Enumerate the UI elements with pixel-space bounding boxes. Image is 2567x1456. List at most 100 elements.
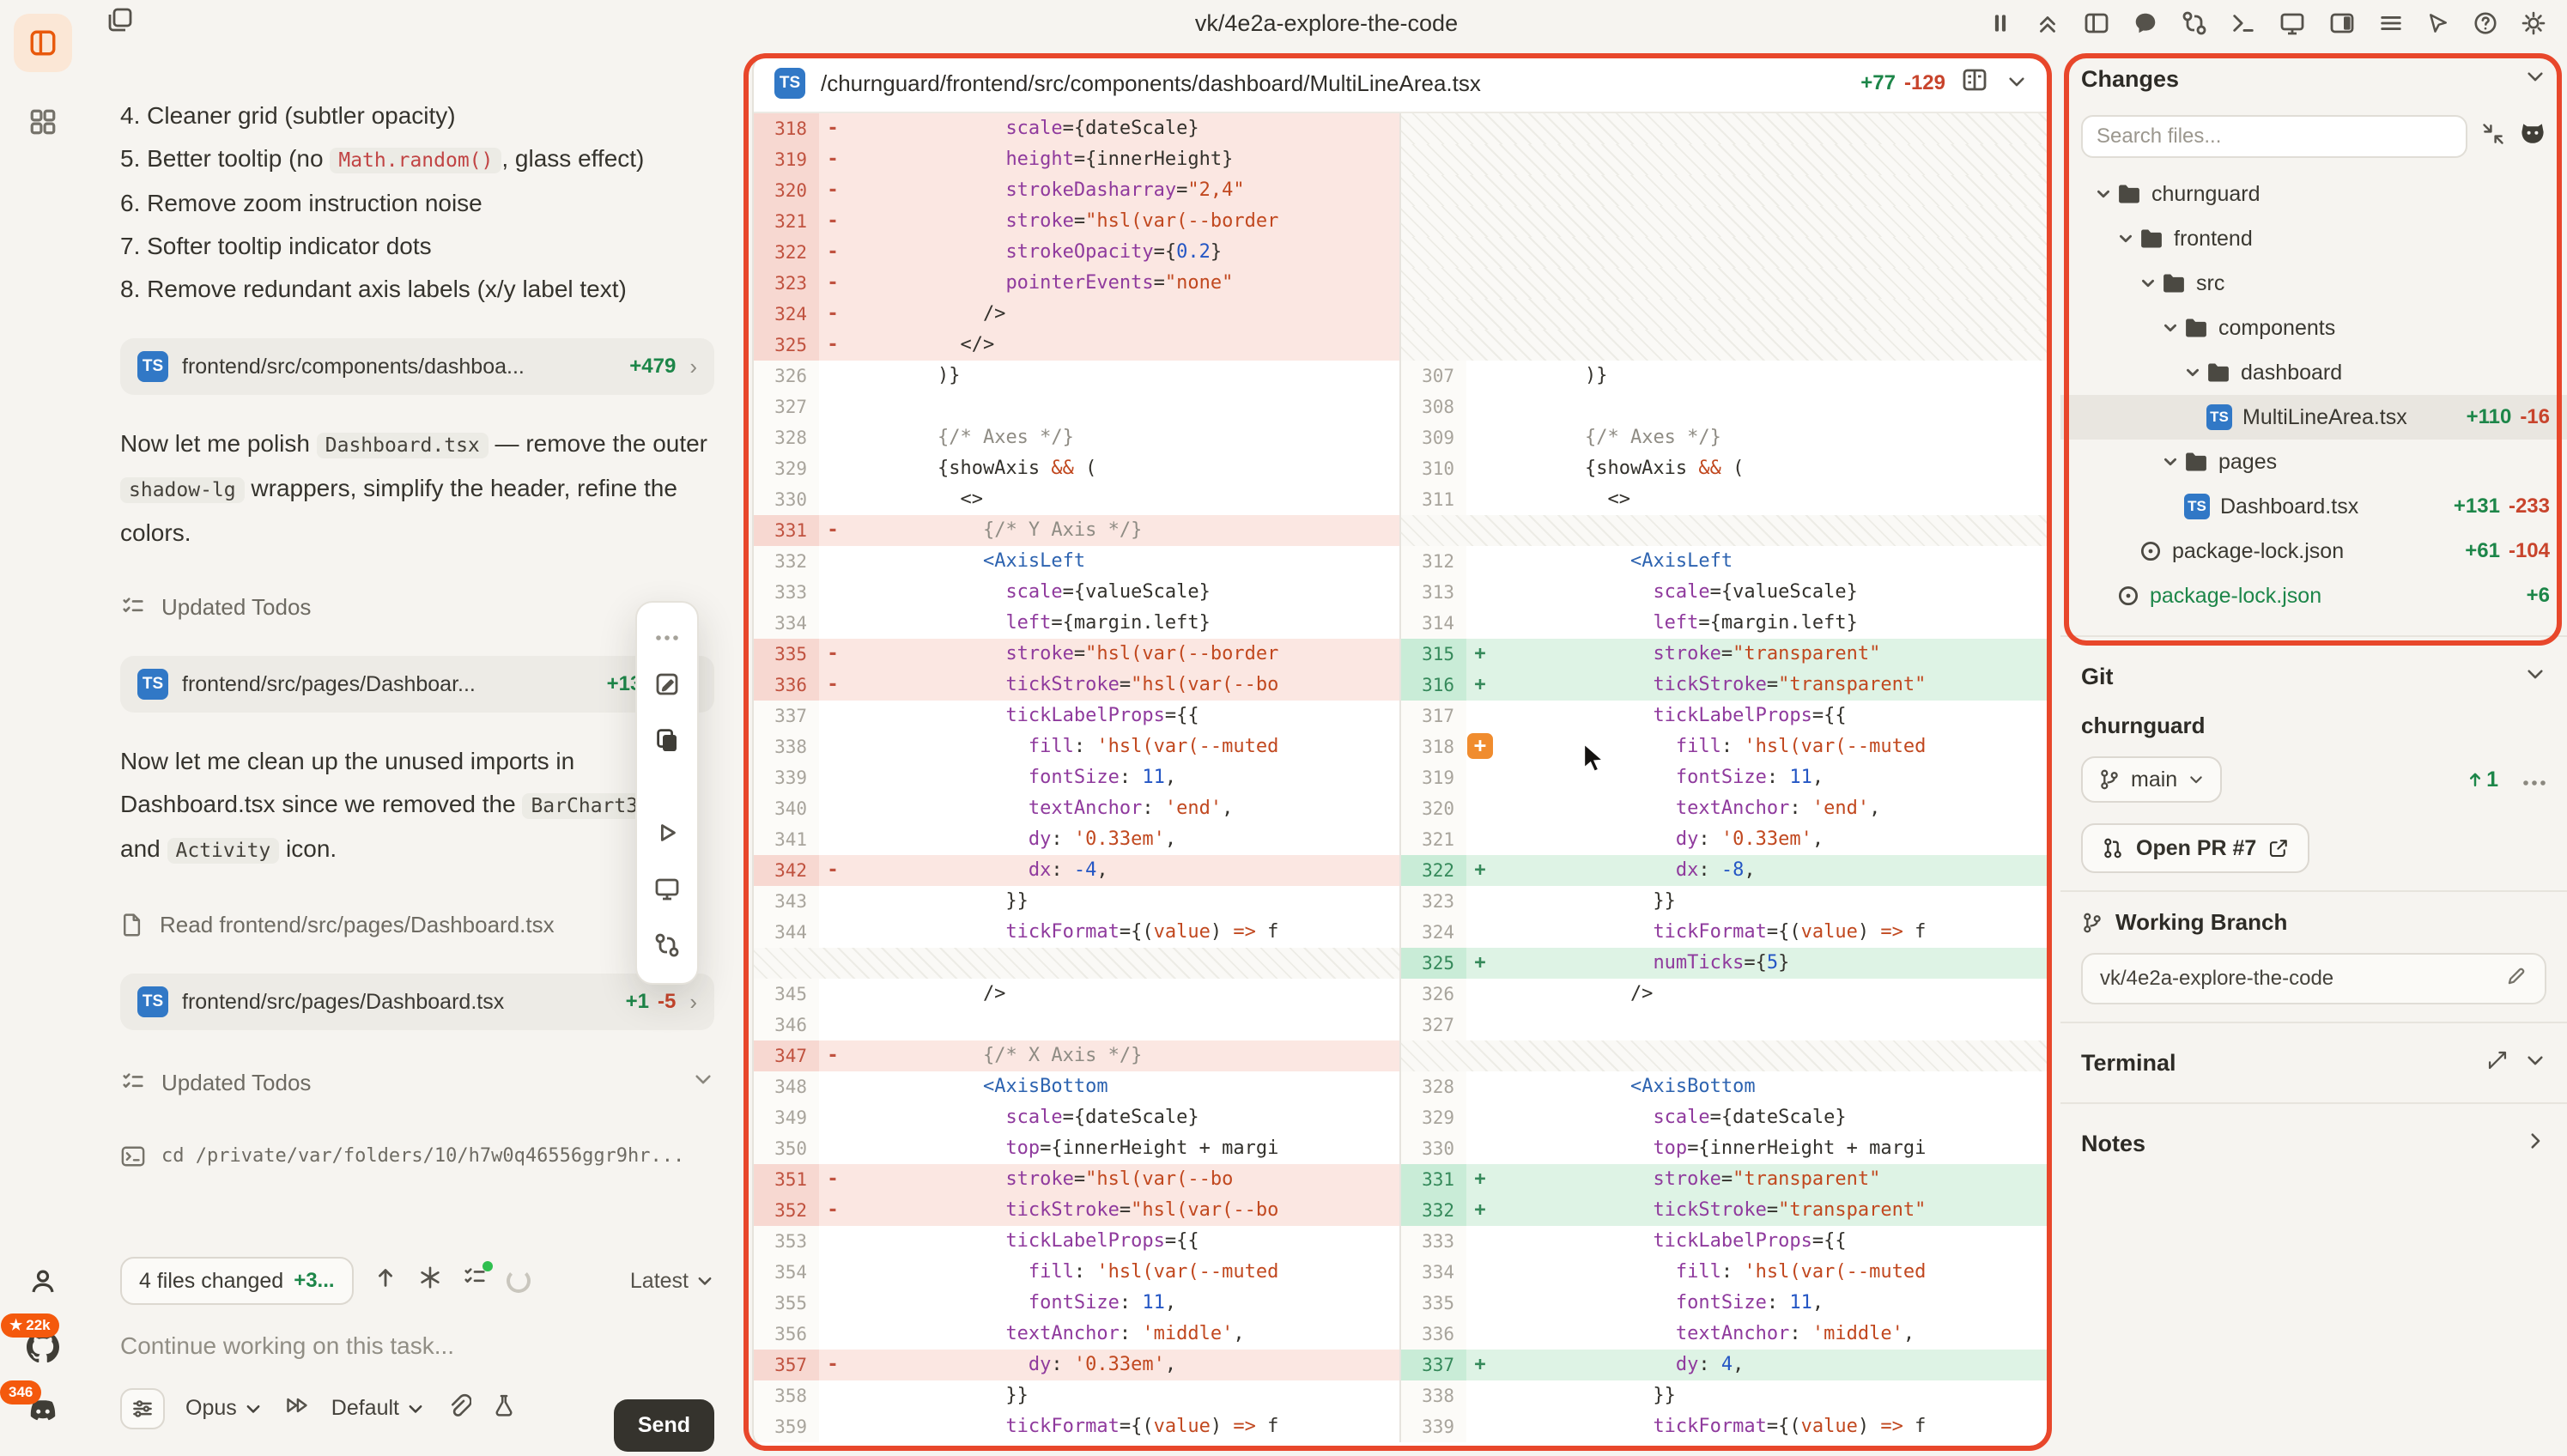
tree-item-Dashboard.tsx[interactable]: TSDashboard.tsx+131-233 [2060,484,2567,529]
search-input[interactable] [2081,115,2467,158]
changes-section-header[interactable]: Changes [2081,57,2546,101]
file-diff-chip[interactable]: TS frontend/src/pages/Dashboar... +130-2… [120,656,714,713]
diff-marker [1466,793,1494,824]
panel-right-icon[interactable] [2328,9,2356,37]
code-text: pointerEvents="none" [847,268,1399,299]
updated-todos-row[interactable]: Updated Todos [120,1061,714,1104]
flask-icon[interactable] [492,1392,516,1425]
panel-left-icon[interactable] [2083,9,2110,37]
account-button[interactable] [28,1267,58,1303]
git-section-header[interactable]: Git [2081,654,2546,699]
git-compare-icon[interactable] [653,931,681,966]
workspace-tab-button[interactable] [14,14,72,72]
diff-marker: + [1466,731,1494,762]
files-changed-dropdown[interactable]: 4 files changed +3... [120,1257,354,1305]
more-options-icon[interactable] [2522,767,2546,792]
diff-left-line: 318- scale={dateScale} [754,113,1401,144]
collapse-tree-icon[interactable] [2481,122,2505,152]
menu-icon[interactable] [2378,10,2404,36]
diff-marker [819,793,847,824]
more-options-icon[interactable] [655,616,679,648]
copy-icon[interactable] [653,727,681,761]
layers-icon[interactable] [106,6,134,40]
left-rail: ★22k 346 [0,0,86,1456]
tree-item-dashboard[interactable]: dashboard [2060,350,2567,395]
monitor-icon[interactable] [653,875,681,909]
diff-marker [819,731,847,762]
chevron-right-icon[interactable] [2524,1130,2546,1158]
line-number: 346 [754,1010,819,1040]
notes-section-header[interactable]: Notes [2081,1121,2546,1166]
file-diff-chip[interactable]: TS frontend/src/pages/Dashboard.tsx +1-5… [120,974,714,1030]
line-number: 311 [1401,484,1466,515]
chevron-down-icon[interactable] [692,1061,714,1104]
pointer-share-icon[interactable] [2426,11,2450,35]
diff-row: 335- stroke="hsl(var(--border315+ stroke… [754,639,2048,670]
tree-item-package-lock.json[interactable]: package-lock.json+61-104 [2060,529,2567,573]
line-number: 323 [754,268,819,299]
edit-pencil-icon[interactable] [2505,965,2528,993]
edit-icon[interactable] [653,670,681,705]
chevron-down-icon[interactable] [2524,1049,2546,1077]
todo-list-icon[interactable] [462,1265,488,1297]
board-view-button[interactable] [14,93,72,151]
attachment-icon[interactable] [446,1392,471,1425]
tree-item-components[interactable]: components [2060,306,2567,350]
tree-item-package-lock.json[interactable]: package-lock.json+6 [2060,573,2567,618]
branch-dropdown[interactable]: main [2081,756,2222,803]
tree-item-pages[interactable]: pages [2060,440,2567,484]
chevron-down-icon[interactable] [2524,65,2546,94]
line-number: 357 [754,1350,819,1380]
diff-marker [819,1226,847,1257]
diff-split-view[interactable]: 318- scale={dateScale}319- height={inner… [754,113,2048,1447]
diff-marker: - [819,1040,847,1071]
diff-row: 339 fontSize: 11,319 fontSize: 11, [754,762,2048,793]
diff-row: 320- strokeDasharray="2,4" [754,175,2048,206]
model-dropdown[interactable]: Opus [185,1396,263,1421]
open-pr-button[interactable]: Open PR #7 [2081,823,2309,873]
monitor-icon[interactable] [2279,9,2306,37]
terminal-command-row[interactable]: cd /private/var/folders/10/h7w0q46556ggr… [120,1135,714,1178]
file-diff-chip[interactable]: TS frontend/src/components/dashboa... +4… [120,338,714,395]
tree-item-src[interactable]: src [2060,261,2567,306]
mode-dropdown[interactable]: Default [331,1396,425,1421]
collapse-up-icon[interactable] [2035,10,2060,36]
mascot-icon[interactable] [2519,122,2546,152]
settings-sliders-button[interactable] [120,1388,165,1429]
github-button[interactable]: ★22k [27,1331,59,1370]
message-input[interactable] [120,1332,714,1360]
chat-bubble-icon[interactable] [2133,10,2158,36]
send-button[interactable]: Send [614,1399,714,1452]
latest-dropdown[interactable]: Latest [630,1269,714,1294]
terminal-icon[interactable] [2230,10,2256,36]
scroll-to-top-icon[interactable] [373,1265,398,1297]
tree-item-churnguard[interactable]: churnguard [2060,172,2567,216]
app: ★22k 346 vk/4e2a-explore-the-code [0,0,2567,1456]
read-file-row[interactable]: Read frontend/src/pages/Dashboard.tsx [120,903,714,946]
help-icon[interactable] [2473,10,2498,36]
discord-button[interactable]: 346 [26,1398,60,1432]
expand-icon[interactable] [2486,1049,2509,1077]
diff-marker [819,391,847,422]
play-icon[interactable] [654,820,680,852]
terminal-section-header[interactable]: Terminal [2081,1040,2546,1085]
tree-item-frontend[interactable]: frontend [2060,216,2567,261]
sparkle-icon[interactable] [417,1265,443,1297]
updated-todos-row[interactable]: Updated Todos [120,585,714,628]
git-compare-icon[interactable] [2181,9,2208,37]
diff-view-mode-icon[interactable] [1961,66,1988,100]
fast-forward-icon[interactable] [283,1392,311,1424]
line-number: 326 [754,361,819,391]
line-number: 313 [1401,577,1466,608]
code-text: tickFormat={(value) => f [1494,917,2048,948]
chevron-down-icon[interactable] [2524,663,2546,691]
settings-gear-icon[interactable] [2521,10,2546,36]
tree-item-MultiLineArea.tsx[interactable]: TSMultiLineArea.tsx+110-16 [2060,395,2567,440]
working-branch-field[interactable]: vk/4e2a-explore-the-code [2081,953,2546,1004]
diff-right-line: 322+ dx: -8, [1401,855,2048,886]
chevron-down-icon[interactable] [2006,68,2028,100]
code-text: height={innerHeight} [847,144,1399,175]
folder-icon [2184,317,2208,339]
pause-icon[interactable] [1988,11,2012,35]
add-comment-button[interactable]: + [1467,733,1493,759]
